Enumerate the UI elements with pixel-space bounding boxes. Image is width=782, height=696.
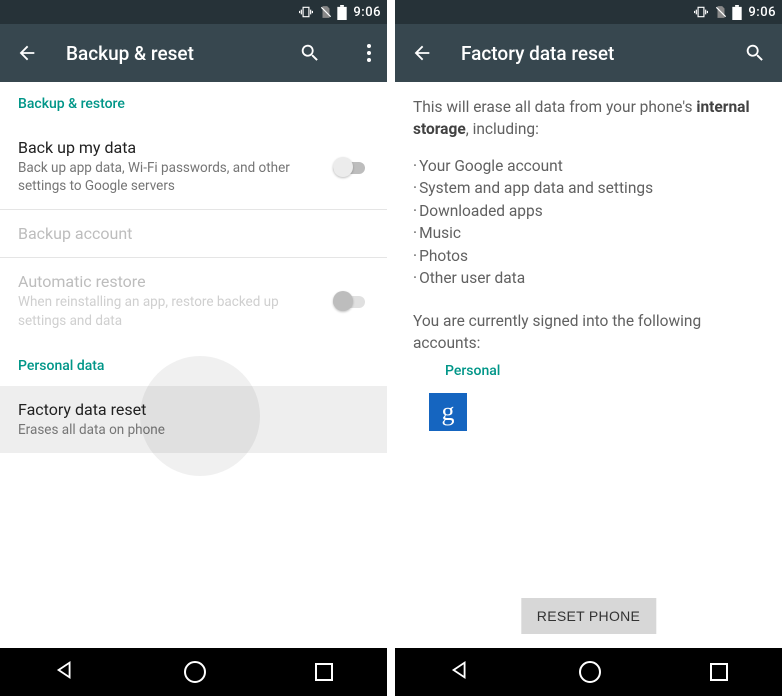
status-time: 9:06	[353, 5, 381, 20]
appbar: Backup & reset	[0, 24, 387, 82]
factory-reset-row[interactable]: Factory data reset Erases all data on ph…	[0, 386, 387, 453]
back-icon[interactable]	[16, 42, 38, 64]
backup-my-data-title: Back up my data	[18, 138, 321, 157]
vibrate-icon	[692, 5, 710, 19]
battery-icon	[337, 5, 347, 20]
search-icon[interactable]	[744, 42, 766, 64]
automatic-restore-title: Automatic restore	[18, 272, 321, 291]
reset-intro-after: , including:	[466, 120, 539, 138]
vibrate-icon	[297, 5, 315, 19]
google-account-icon[interactable]: g	[429, 393, 467, 431]
nav-home-icon[interactable]	[184, 661, 206, 683]
backup-toggle[interactable]	[333, 157, 369, 177]
nav-recents-icon[interactable]	[710, 663, 728, 681]
backup-restore-header: Backup & restore	[0, 82, 387, 124]
page-title: Backup & reset	[66, 42, 271, 65]
page-title: Factory data reset	[461, 42, 716, 65]
automatic-restore-sub: When reinstalling an app, restore backed…	[18, 293, 321, 329]
status-bar: 9:06	[0, 0, 387, 24]
status-time: 9:06	[748, 5, 776, 20]
backup-account-title: Backup account	[18, 224, 369, 243]
no-sim-icon	[319, 5, 333, 19]
restore-toggle	[333, 291, 369, 311]
backup-account-row: Backup account	[0, 210, 387, 257]
factory-reset-sub: Erases all data on phone	[18, 421, 369, 439]
accounts-header: Personal	[413, 355, 764, 393]
erase-list: Your Google account System and app data …	[413, 155, 764, 290]
nav-bar	[395, 648, 782, 696]
reset-intro: This will erase all data from your phone…	[413, 98, 696, 116]
factory-reset-title: Factory data reset	[18, 400, 369, 419]
automatic-restore-row: Automatic restore When reinstalling an a…	[0, 258, 387, 343]
nav-recents-icon[interactable]	[315, 663, 333, 681]
appbar: Factory data reset	[395, 24, 782, 82]
nav-home-icon[interactable]	[579, 661, 601, 683]
backup-my-data-sub: Back up app data, Wi-Fi passwords, and o…	[18, 159, 321, 195]
reset-phone-button[interactable]: RESET PHONE	[521, 598, 656, 634]
no-sim-icon	[714, 5, 728, 19]
signed-in-text: You are currently signed into the follow…	[413, 310, 764, 355]
nav-bar	[0, 648, 387, 696]
battery-icon	[732, 5, 742, 20]
nav-back-icon[interactable]	[54, 659, 76, 685]
back-icon[interactable]	[411, 42, 433, 64]
nav-back-icon[interactable]	[449, 659, 471, 685]
status-bar: 9:06	[395, 0, 782, 24]
backup-my-data-row[interactable]: Back up my data Back up app data, Wi-Fi …	[0, 124, 387, 209]
personal-data-header: Personal data	[0, 344, 387, 386]
search-icon[interactable]	[299, 42, 321, 64]
overflow-icon[interactable]	[367, 44, 371, 62]
